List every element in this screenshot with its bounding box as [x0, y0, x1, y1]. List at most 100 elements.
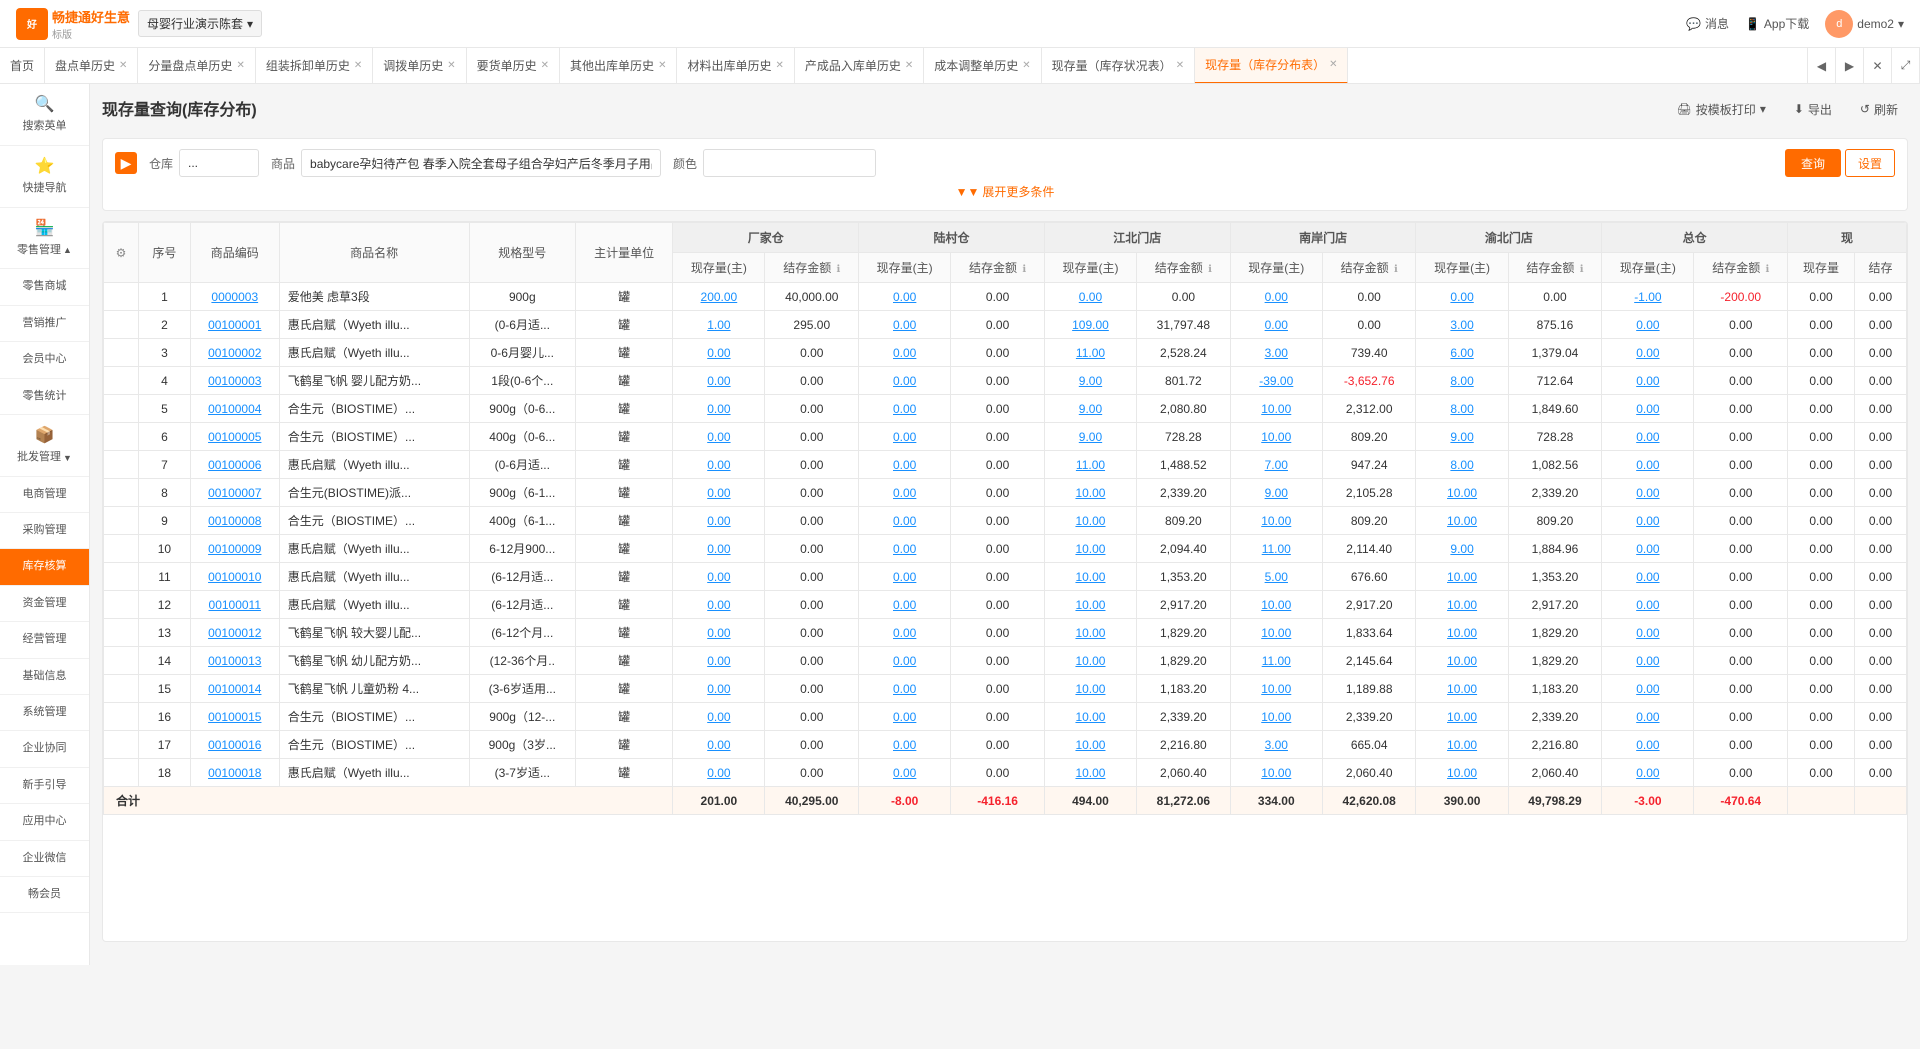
sidebar-item-collab[interactable]: 企业协同 — [0, 731, 89, 767]
row-w2-amt: 0.00 — [951, 647, 1045, 675]
row-w4-stock: -39.00 — [1230, 367, 1322, 395]
row-w4-stock: 10.00 — [1230, 675, 1322, 703]
warehouse-input[interactable] — [179, 149, 259, 177]
sidebar-item-stock[interactable]: 库存核算 — [0, 549, 89, 585]
tab-close-all-btn[interactable]: ✕ — [1864, 48, 1892, 84]
row-w4-stock: 10.00 — [1230, 619, 1322, 647]
row-no: 6 — [139, 423, 191, 451]
tab-demand-close[interactable]: ✕ — [541, 60, 549, 71]
row-w2-stock: 0.00 — [859, 675, 951, 703]
row-extra-amt: 0.00 — [1855, 423, 1907, 451]
sidebar-item-members[interactable]: 畅会员 — [0, 877, 89, 913]
expand-down-icon: ▼▼ — [956, 185, 980, 199]
tab-home[interactable]: 首页 — [0, 48, 45, 84]
expand-conditions-btn[interactable]: ▼▼ 展开更多条件 — [956, 183, 1055, 200]
row-w1-amt: 0.00 — [765, 675, 859, 703]
row-w3-stock: 10.00 — [1044, 591, 1136, 619]
color-input[interactable] — [703, 149, 876, 177]
tab-inventory-single-close[interactable]: ✕ — [119, 60, 127, 71]
tab-assemble-close[interactable]: ✕ — [354, 60, 362, 71]
sidebar-item-purchase[interactable]: 采购管理 — [0, 513, 89, 549]
row-spec: (6-12月适... — [469, 563, 576, 591]
row-w1-stock: 0.00 — [673, 423, 765, 451]
sidebar-item-weixin[interactable]: 企业微信 — [0, 841, 89, 877]
row-total-stock: 0.00 — [1602, 619, 1694, 647]
tab-cost-adjust-close[interactable]: ✕ — [1022, 60, 1030, 71]
row-w4-stock: 10.00 — [1230, 395, 1322, 423]
row-w3-stock: 10.00 — [1044, 619, 1136, 647]
tab-demand-label: 要货单历史 — [477, 57, 537, 74]
tab-material-out[interactable]: 材料出库单历史 ✕ — [677, 48, 794, 84]
setting-btn[interactable]: 设置 — [1845, 149, 1895, 177]
sidebar-item-member[interactable]: 会员中心 — [0, 342, 89, 378]
print-btn[interactable]: 🖨 按模板打印 ▾ — [1667, 97, 1776, 122]
row-no: 8 — [139, 479, 191, 507]
tab-stock-dist[interactable]: 现存量（库存分布表） ✕ — [1195, 48, 1348, 84]
sidebar-item-guide[interactable]: 新手引导 — [0, 768, 89, 804]
tab-stock-status-close[interactable]: ✕ — [1176, 60, 1184, 71]
total-w2-stock: -8.00 — [859, 787, 951, 815]
tab-prev-btn[interactable]: ◀ — [1808, 48, 1836, 84]
tab-stock-dist-close[interactable]: ✕ — [1329, 59, 1337, 70]
tab-controls: ◀ ▶ ✕ ⤢ — [1807, 48, 1920, 84]
tab-next-btn[interactable]: ▶ — [1836, 48, 1864, 84]
tab-product-in[interactable]: 产成品入库单历史 ✕ — [795, 48, 924, 84]
sidebar-item-finance[interactable]: 资金管理 — [0, 586, 89, 622]
row-w1-stock: 0.00 — [673, 759, 765, 787]
row-spec: (0-6月适... — [469, 451, 576, 479]
sidebar-item-ops[interactable]: 经营管理 — [0, 622, 89, 658]
tab-maximize-btn[interactable]: ⤢ — [1892, 48, 1920, 84]
tab-assemble[interactable]: 组装拆卸单历史 ✕ — [256, 48, 373, 84]
nav-dropdown[interactable]: 母婴行业演示陈套 ▾ — [138, 10, 262, 37]
tab-cost-adjust[interactable]: 成本调整单历史 ✕ — [924, 48, 1041, 84]
user-menu[interactable]: d demo2 ▾ — [1825, 10, 1904, 38]
nav-dropdown-label: 母婴行业演示陈套 — [147, 15, 243, 32]
table-row: 18 00100018 惠氏启赋（Wyeth illu... (3-7岁适...… — [104, 759, 1907, 787]
tab-inventory-sub[interactable]: 分量盘点单历史 ✕ — [138, 48, 255, 84]
goods-input[interactable] — [301, 149, 661, 177]
tab-stock-status[interactable]: 现存量（库存状况表） ✕ — [1042, 48, 1195, 84]
row-total-stock: 0.00 — [1602, 479, 1694, 507]
tab-transfer-close[interactable]: ✕ — [447, 60, 455, 71]
col-settings[interactable]: ⚙ — [104, 223, 139, 283]
row-spec: 400g（6-1... — [469, 507, 576, 535]
total-w4-amt: 42,620.08 — [1322, 787, 1416, 815]
sidebar-item-nav[interactable]: ⭐ 快捷导航 — [0, 146, 89, 208]
row-total-amt: 0.00 — [1694, 675, 1788, 703]
sidebar-item-ecommerce[interactable]: 电商管理 — [0, 477, 89, 513]
tab-product-in-close[interactable]: ✕ — [905, 60, 913, 71]
sidebar-item-wholesale[interactable]: 📦 批发管理 ▼ — [0, 415, 89, 477]
col-w3-stock: 现存量(主) — [1044, 253, 1136, 283]
tab-transfer[interactable]: 调拨单历史 ✕ — [373, 48, 466, 84]
message-btn[interactable]: 💬 消息 — [1686, 15, 1729, 32]
tab-other-out[interactable]: 其他出库单历史 ✕ — [560, 48, 677, 84]
export-btn[interactable]: ⬇ 导出 — [1784, 97, 1842, 122]
tab-inventory-single[interactable]: 盘点单历史 ✕ — [45, 48, 138, 84]
sidebar-item-system[interactable]: 系统管理 — [0, 695, 89, 731]
refresh-btn[interactable]: ↺ 刷新 — [1850, 97, 1908, 122]
row-extra-stock: 0.00 — [1788, 535, 1855, 563]
tab-material-out-close[interactable]: ✕ — [775, 60, 783, 71]
tab-other-out-close[interactable]: ✕ — [658, 60, 666, 71]
sidebar-item-retail-shop[interactable]: 零售商城 — [0, 269, 89, 305]
expand-filter-btn[interactable]: ▶ — [115, 152, 137, 174]
expand-conditions-label: 展开更多条件 — [982, 183, 1054, 200]
row-w1-stock: 0.00 — [673, 339, 765, 367]
row-no: 12 — [139, 591, 191, 619]
row-code: 00100016 — [190, 731, 279, 759]
app-download-btn[interactable]: 📱 App下载 — [1745, 15, 1809, 32]
tab-demand[interactable]: 要货单历史 ✕ — [467, 48, 560, 84]
sidebar-item-search[interactable]: 🔍 搜索英单 — [0, 84, 89, 146]
row-no: 16 — [139, 703, 191, 731]
sidebar-item-appstore[interactable]: 应用中心 — [0, 804, 89, 840]
tab-inventory-sub-close[interactable]: ✕ — [236, 60, 244, 71]
sidebar-item-marketing[interactable]: 营销推广 — [0, 306, 89, 342]
sidebar-item-base[interactable]: 基础信息 — [0, 659, 89, 695]
search-btn[interactable]: 查询 — [1785, 149, 1841, 177]
sidebar-item-retail[interactable]: 🏪 零售管理 ▲ — [0, 208, 89, 270]
col-no: 序号 — [139, 223, 191, 283]
sidebar-item-retail-stat[interactable]: 零售统计 — [0, 379, 89, 415]
total-label: 合计 — [104, 787, 673, 815]
total-w5-amt: 49,798.29 — [1508, 787, 1602, 815]
app-icon: 📱 — [1745, 17, 1760, 31]
